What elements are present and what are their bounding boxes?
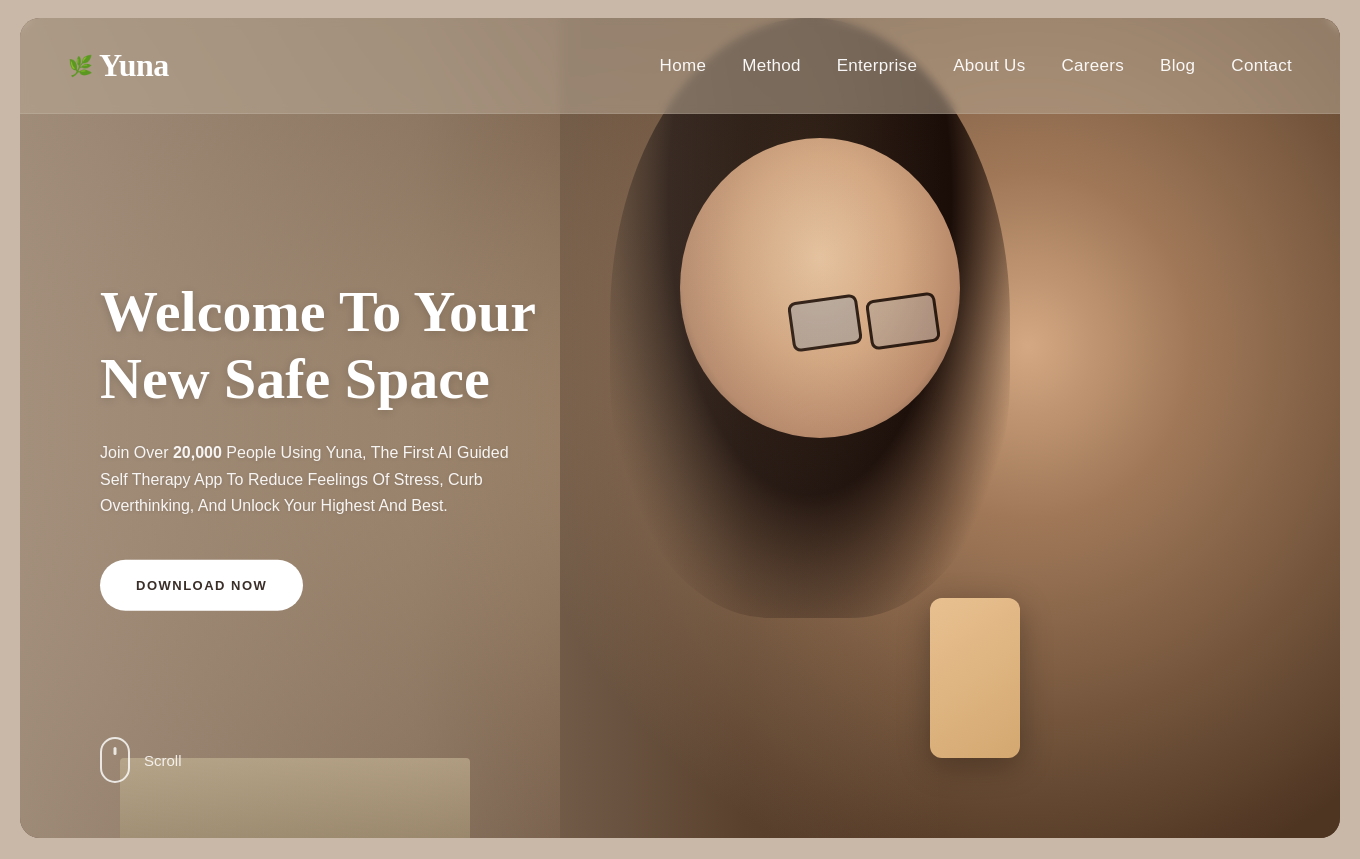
nav-links: Home Method Enterprise About Us Careers … <box>660 56 1292 76</box>
logo[interactable]: 🌿 Yuna <box>68 47 169 84</box>
nav-link-about[interactable]: About Us <box>953 56 1025 75</box>
nav-link-careers[interactable]: Careers <box>1062 56 1125 75</box>
nav-item-home[interactable]: Home <box>660 56 707 76</box>
scroll-indicator: Scroll <box>100 737 182 783</box>
hero-title: Welcome To Your New Safe Space <box>100 279 540 412</box>
hero-description: Join Over 20,000 People Using Yuna, The … <box>100 440 540 519</box>
nav-item-careers[interactable]: Careers <box>1062 56 1125 76</box>
mouse-icon <box>100 737 130 783</box>
scroll-label: Scroll <box>144 752 182 769</box>
logo-text: Yuna <box>99 47 169 84</box>
hero-desc-prefix: Join Over <box>100 444 173 461</box>
hero-desc-highlight: 20,000 <box>173 444 222 461</box>
nav-link-enterprise[interactable]: Enterprise <box>837 56 917 75</box>
hero-content: Welcome To Your New Safe Space Join Over… <box>100 279 540 611</box>
nav-link-blog[interactable]: Blog <box>1160 56 1195 75</box>
download-now-button[interactable]: DOWNLOAD NOW <box>100 559 303 610</box>
nav-link-method[interactable]: Method <box>742 56 801 75</box>
nav-item-blog[interactable]: Blog <box>1160 56 1195 76</box>
logo-icon: 🌿 <box>68 54 93 78</box>
hero-title-line1: Welcome To Your <box>100 279 536 344</box>
hero-title-line2: New Safe Space <box>100 345 490 410</box>
page-wrapper: 🌿 Yuna Home Method Enterprise About Us C… <box>20 18 1340 838</box>
nav-item-contact[interactable]: Contact <box>1231 56 1292 76</box>
nav-item-about[interactable]: About Us <box>953 56 1025 76</box>
nav-item-method[interactable]: Method <box>742 56 801 76</box>
nav-item-enterprise[interactable]: Enterprise <box>837 56 917 76</box>
nav-link-contact[interactable]: Contact <box>1231 56 1292 75</box>
nav-link-home[interactable]: Home <box>660 56 707 75</box>
navbar: 🌿 Yuna Home Method Enterprise About Us C… <box>20 18 1340 114</box>
